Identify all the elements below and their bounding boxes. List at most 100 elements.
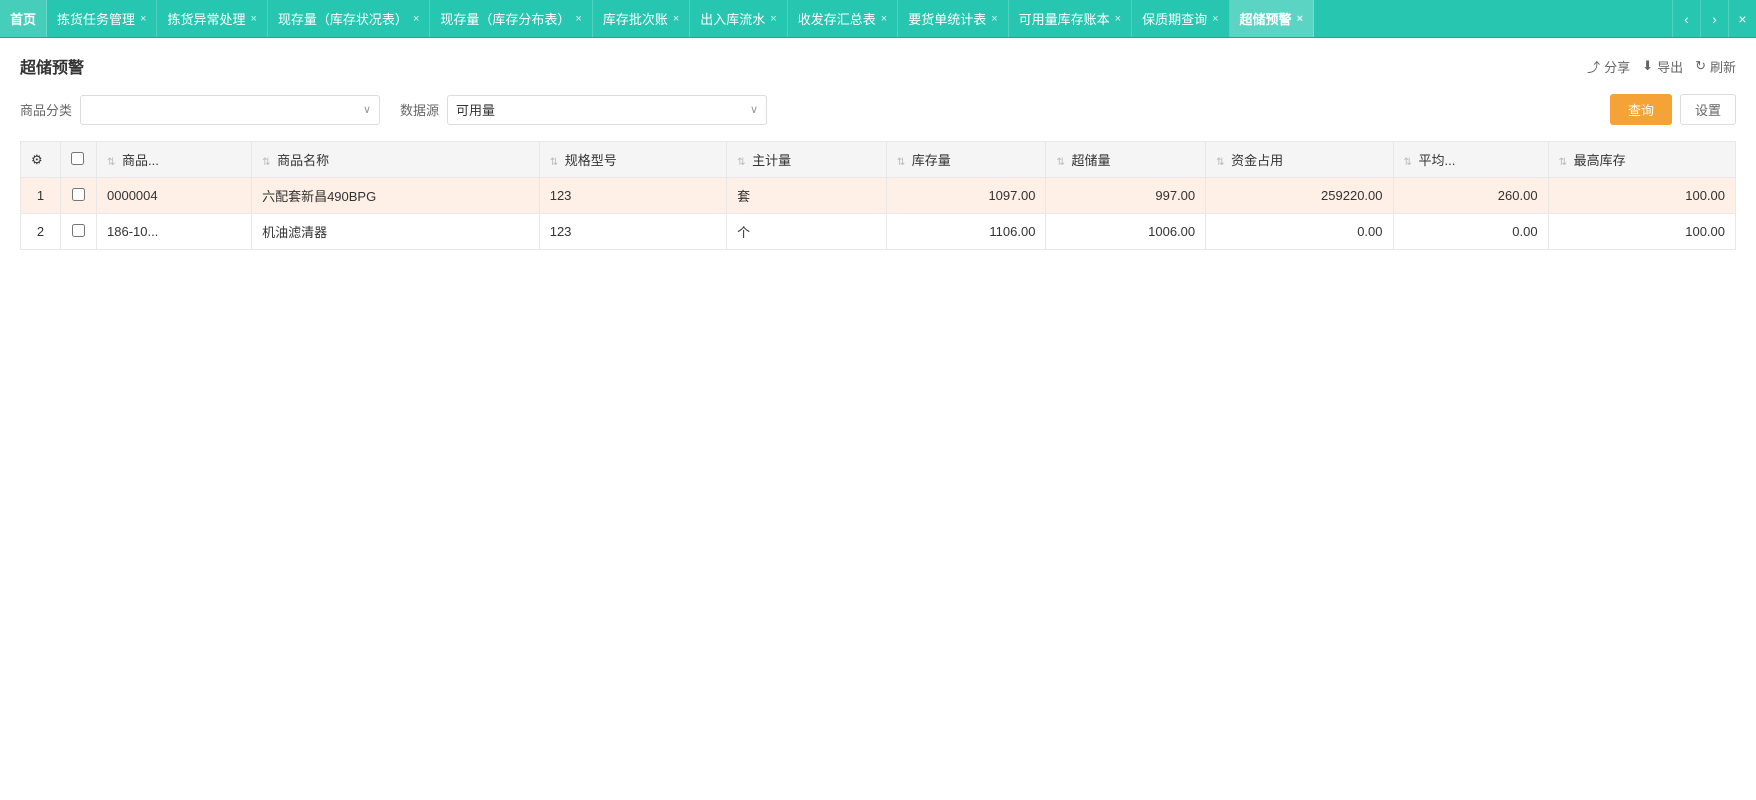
table-body: 1 0000004 六配套新昌490BPG 123 套 1097.00 997.… xyxy=(21,178,1736,250)
close-tab-5[interactable]: × xyxy=(673,13,679,25)
table-row: 1 0000004 六配套新昌490BPG 123 套 1097.00 997.… xyxy=(21,178,1736,214)
row-checkbox[interactable] xyxy=(72,224,85,237)
nav-tab-3[interactable]: 现存量（库存状况表） × xyxy=(268,0,430,37)
top-nav: 首页 拣货任务管理 × 拣货异常处理 × 现存量（库存状况表） × 现存量（库存… xyxy=(0,0,1756,38)
data-table: ⚙ ⇅ 商品... ⇅ 商品名称 ⇅ 规格型号 ⇅ xyxy=(20,141,1736,250)
nav-close-btn[interactable]: × xyxy=(1728,0,1756,38)
sort-icon: ⇅ xyxy=(897,157,905,168)
row-checkbox-cell xyxy=(61,214,97,250)
nav-arrows: ‹ › × xyxy=(1672,0,1756,38)
nav-prev-btn[interactable]: ‹ xyxy=(1672,0,1700,38)
sort-icon: ⇅ xyxy=(1216,157,1224,168)
settings-button[interactable]: 设置 xyxy=(1680,94,1736,125)
select-all-checkbox[interactable] xyxy=(71,152,84,165)
category-select[interactable]: ∨ xyxy=(80,95,380,125)
page-header: 超储预警 ⤴ 分享 ⬇ 导出 ↻ 刷新 xyxy=(20,54,1736,78)
sort-icon: ⇅ xyxy=(1559,157,1567,168)
close-tab-6[interactable]: × xyxy=(770,13,776,25)
sort-icon: ⇅ xyxy=(262,157,270,168)
max-stock-cell: 100.00 xyxy=(1548,178,1735,214)
row-num: 2 xyxy=(21,214,61,250)
datasource-filter: 数据源 可用量 ∨ xyxy=(400,95,767,125)
nav-tab-home[interactable]: 首页 xyxy=(0,0,47,37)
col-stock-qty[interactable]: ⇅ 库存量 xyxy=(886,142,1046,178)
nav-next-btn[interactable]: › xyxy=(1700,0,1728,38)
close-tab-10[interactable]: × xyxy=(1212,13,1218,25)
over-qty-cell: 997.00 xyxy=(1046,178,1206,214)
nav-tab-6[interactable]: 出入库流水 × xyxy=(690,0,787,37)
spec-cell: 123 xyxy=(539,214,726,250)
col-gear[interactable]: ⚙ xyxy=(21,142,61,178)
close-tab-3[interactable]: × xyxy=(413,13,419,25)
gear-icon: ⚙ xyxy=(31,152,43,167)
datasource-chevron-down-icon: ∨ xyxy=(750,103,758,116)
sort-icon: ⇅ xyxy=(1404,157,1412,168)
page-content: 超储预警 ⤴ 分享 ⬇ 导出 ↻ 刷新 商品分类 ∨ 数据源 xyxy=(0,38,1756,800)
close-tab-4[interactable]: × xyxy=(575,13,581,25)
nav-tab-9[interactable]: 可用量库存账本 × xyxy=(1009,0,1132,37)
stock-qty-cell: 1097.00 xyxy=(886,178,1046,214)
col-checkbox xyxy=(61,142,97,178)
row-num: 1 xyxy=(21,178,61,214)
stock-qty-cell: 1106.00 xyxy=(886,214,1046,250)
nav-tab-7[interactable]: 收发存汇总表 × xyxy=(788,0,898,37)
header-actions: ⤴ 分享 ⬇ 导出 ↻ 刷新 xyxy=(1587,57,1736,76)
share-icon: ⤴ xyxy=(1587,57,1600,76)
spec-cell: 123 xyxy=(539,178,726,214)
nav-tab-11[interactable]: 超储预警 × xyxy=(1230,0,1314,37)
filter-row: 商品分类 ∨ 数据源 可用量 ∨ 查询 设置 xyxy=(20,94,1736,125)
nav-tab-4[interactable]: 现存量（库存分布表） × xyxy=(430,0,592,37)
nav-tab-1[interactable]: 拣货任务管理 × xyxy=(47,0,157,37)
export-btn[interactable]: ⬇ 导出 xyxy=(1642,57,1683,76)
category-chevron-down-icon: ∨ xyxy=(363,103,371,116)
query-button[interactable]: 查询 xyxy=(1610,94,1672,125)
table-row: 2 186-10... 机油滤清器 123 个 1106.00 1006.00 … xyxy=(21,214,1736,250)
product-code-cell: 186-10... xyxy=(97,214,252,250)
close-tab-1[interactable]: × xyxy=(140,13,146,25)
unit-cell: 套 xyxy=(727,178,887,214)
capital-used-cell: 0.00 xyxy=(1206,214,1393,250)
share-btn[interactable]: ⤴ 分享 xyxy=(1587,57,1630,76)
row-checkbox-cell xyxy=(61,178,97,214)
refresh-icon: ↻ xyxy=(1695,58,1706,74)
sort-icon: ⇅ xyxy=(550,157,558,168)
nav-tab-8[interactable]: 要货单统计表 × xyxy=(898,0,1008,37)
nav-tab-10[interactable]: 保质期查询 × xyxy=(1132,0,1229,37)
col-max-stock[interactable]: ⇅ 最高库存 xyxy=(1548,142,1735,178)
product-name-cell: 机油滤清器 xyxy=(252,214,540,250)
page-title: 超储预警 xyxy=(20,54,84,78)
over-qty-cell: 1006.00 xyxy=(1046,214,1206,250)
close-tab-2[interactable]: × xyxy=(250,13,256,25)
product-code-cell: 0000004 xyxy=(97,178,252,214)
sort-icon: ⇅ xyxy=(1056,157,1064,168)
close-tab-8[interactable]: × xyxy=(991,13,997,25)
col-unit[interactable]: ⇅ 主计量 xyxy=(727,142,887,178)
col-avg[interactable]: ⇅ 平均... xyxy=(1393,142,1548,178)
col-spec[interactable]: ⇅ 规格型号 xyxy=(539,142,726,178)
capital-used-cell: 259220.00 xyxy=(1206,178,1393,214)
row-checkbox[interactable] xyxy=(72,188,85,201)
sort-icon: ⇅ xyxy=(737,157,745,168)
avg-cell: 0.00 xyxy=(1393,214,1548,250)
col-capital-used[interactable]: ⇅ 资金占用 xyxy=(1206,142,1393,178)
table-header: ⚙ ⇅ 商品... ⇅ 商品名称 ⇅ 规格型号 ⇅ xyxy=(21,142,1736,178)
datasource-value: 可用量 xyxy=(456,100,495,119)
export-icon: ⬇ xyxy=(1642,58,1653,74)
col-product-code[interactable]: ⇅ 商品... xyxy=(97,142,252,178)
refresh-btn[interactable]: ↻ 刷新 xyxy=(1695,57,1736,76)
max-stock-cell: 100.00 xyxy=(1548,214,1735,250)
filter-actions: 查询 设置 xyxy=(1610,94,1736,125)
category-filter: 商品分类 ∨ xyxy=(20,95,380,125)
category-label: 商品分类 xyxy=(20,100,72,119)
product-name-cell: 六配套新昌490BPG xyxy=(252,178,540,214)
nav-tab-2[interactable]: 拣货异常处理 × xyxy=(157,0,267,37)
col-product-name[interactable]: ⇅ 商品名称 xyxy=(252,142,540,178)
nav-tab-5[interactable]: 库存批次账 × xyxy=(593,0,690,37)
avg-cell: 260.00 xyxy=(1393,178,1548,214)
close-tab-9[interactable]: × xyxy=(1115,13,1121,25)
close-tab-7[interactable]: × xyxy=(881,13,887,25)
col-over-qty[interactable]: ⇅ 超储量 xyxy=(1046,142,1206,178)
close-tab-11[interactable]: × xyxy=(1297,13,1303,25)
datasource-label: 数据源 xyxy=(400,100,439,119)
datasource-select[interactable]: 可用量 ∨ xyxy=(447,95,767,125)
